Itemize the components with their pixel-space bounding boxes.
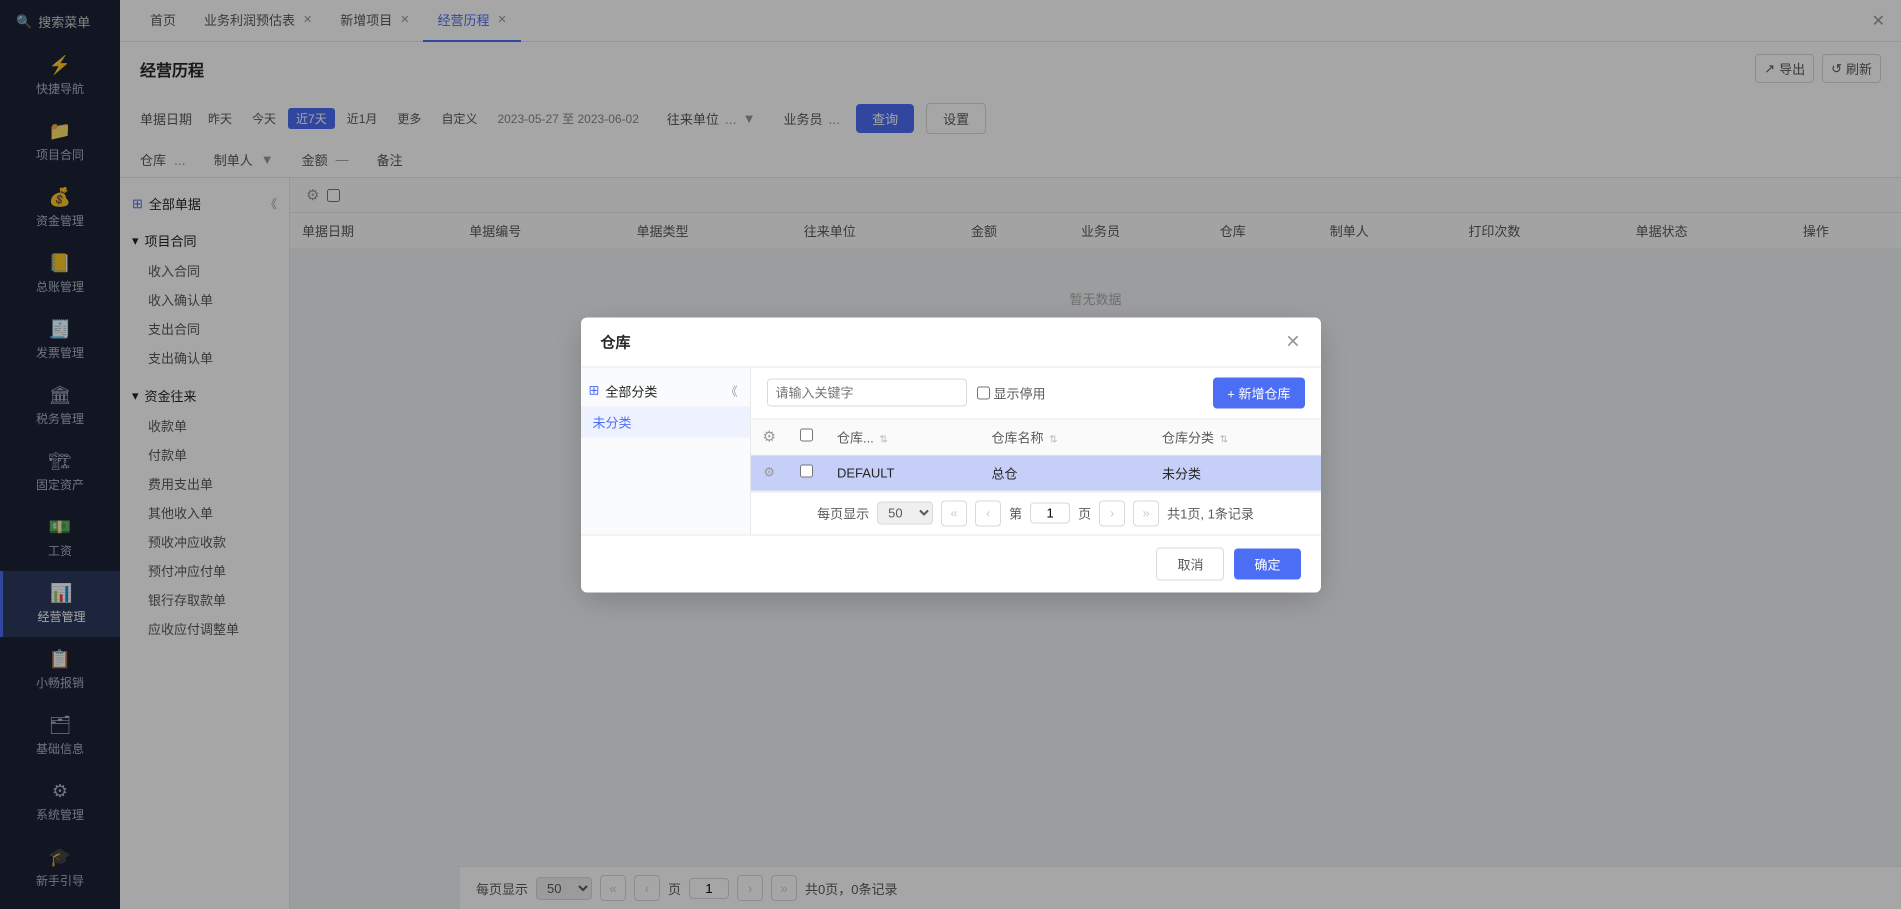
dialog-toolbar: 🔍 显示停用 + 新增仓库 (751, 367, 1321, 419)
sort-icon-category: ⇅ (1220, 434, 1228, 445)
warehouse-name-label: 仓库名称 (991, 430, 1043, 445)
dialog-page-suffix: 页 (1078, 504, 1091, 523)
dialog-cancel-button[interactable]: 取消 (1156, 547, 1224, 580)
dialog-close-button[interactable]: ✕ (1285, 333, 1300, 351)
warehouse-code-label: 仓库... (837, 430, 874, 445)
dialog-title: 仓库 (601, 331, 631, 352)
show-disabled-checkbox[interactable] (977, 386, 990, 399)
dialog-pagination: 每页显示 50 100 « ‹ 第 页 › » 共1页, 1条记录 (751, 491, 1321, 534)
dialog-footer: 取消 确定 (581, 534, 1321, 592)
dialog-total-label: 共1页, 1条记录 (1167, 504, 1254, 523)
row-name: 总仓 (979, 455, 1150, 491)
row-category: 未分类 (1150, 455, 1321, 491)
tree-item-uncategorized[interactable]: 未分类 (581, 406, 750, 437)
dialog-tree: ⊞ 全部分类 《 未分类 (581, 367, 751, 534)
th-dialog-checkbox (788, 419, 825, 455)
sort-icon-code: ⇅ (879, 434, 887, 445)
dialog-per-page-select[interactable]: 50 100 (877, 502, 933, 525)
add-warehouse-label: + 新增仓库 (1227, 383, 1290, 402)
dialog-tree-title: ⊞ 全部分类 (589, 381, 658, 400)
table-row[interactable]: ⚙ DEFAULT 总仓 未分类 (751, 455, 1321, 491)
dialog-warehouse-table: ⚙ 仓库... ⇅ 仓库名称 ⇅ (751, 419, 1321, 491)
dialog-search-box: 🔍 (767, 379, 967, 407)
dialog-select-all[interactable] (800, 429, 813, 442)
row-code: DEFAULT (825, 455, 979, 491)
row-select-checkbox[interactable] (800, 465, 813, 478)
dialog-body: ⊞ 全部分类 《 未分类 🔍 (581, 367, 1321, 534)
row-settings: ⚙ (751, 455, 788, 491)
dialog-header: 仓库 ✕ (581, 317, 1321, 367)
warehouse-category-label: 仓库分类 (1162, 430, 1214, 445)
th-dialog-settings: ⚙ (751, 419, 788, 455)
dialog-next-btn[interactable]: › (1099, 500, 1125, 526)
show-disabled-label: 显示停用 (977, 383, 1046, 402)
warehouse-dialog: 仓库 ✕ ⊞ 全部分类 《 未分类 (581, 317, 1321, 592)
dialog-first-btn[interactable]: « (941, 500, 967, 526)
tree-scroll: 未分类 (581, 406, 750, 526)
dialog-search-input[interactable] (768, 380, 960, 405)
dialog-search-icon[interactable]: 🔍 (960, 380, 967, 406)
dialog-right-content: 🔍 显示停用 + 新增仓库 ⚙ (751, 367, 1321, 534)
tree-collapse-btn[interactable]: 《 (725, 382, 737, 399)
row-gear-icon[interactable]: ⚙ (763, 465, 775, 480)
dialog-page-input[interactable] (1030, 503, 1070, 524)
show-disabled-text: 显示停用 (994, 383, 1046, 402)
row-checkbox (788, 455, 825, 491)
dialog-confirm-button[interactable]: 确定 (1234, 548, 1300, 579)
dialog-table-area: ⚙ 仓库... ⇅ 仓库名称 ⇅ (751, 419, 1321, 491)
dialog-page-label: 第 (1009, 504, 1022, 523)
dialog-prev-btn[interactable]: ‹ (975, 500, 1001, 526)
tree-item-label: 未分类 (593, 415, 632, 430)
add-warehouse-button[interactable]: + 新增仓库 (1213, 377, 1304, 408)
sort-icon-name: ⇅ (1049, 434, 1057, 445)
tree-grid-icon: ⊞ (589, 383, 600, 399)
th-warehouse-name[interactable]: 仓库名称 ⇅ (979, 419, 1150, 455)
tree-title-label: 全部分类 (605, 381, 657, 400)
search-wrapper: 🔍 显示停用 (767, 379, 1046, 407)
th-warehouse-category[interactable]: 仓库分类 ⇅ (1150, 419, 1321, 455)
dialog-table-gear-icon[interactable]: ⚙ (763, 429, 776, 446)
dialog-per-page-label: 每页显示 (817, 504, 869, 523)
dialog-last-btn[interactable]: » (1133, 500, 1159, 526)
dialog-tree-header: ⊞ 全部分类 《 (581, 375, 750, 406)
th-warehouse-code[interactable]: 仓库... ⇅ (825, 419, 979, 455)
